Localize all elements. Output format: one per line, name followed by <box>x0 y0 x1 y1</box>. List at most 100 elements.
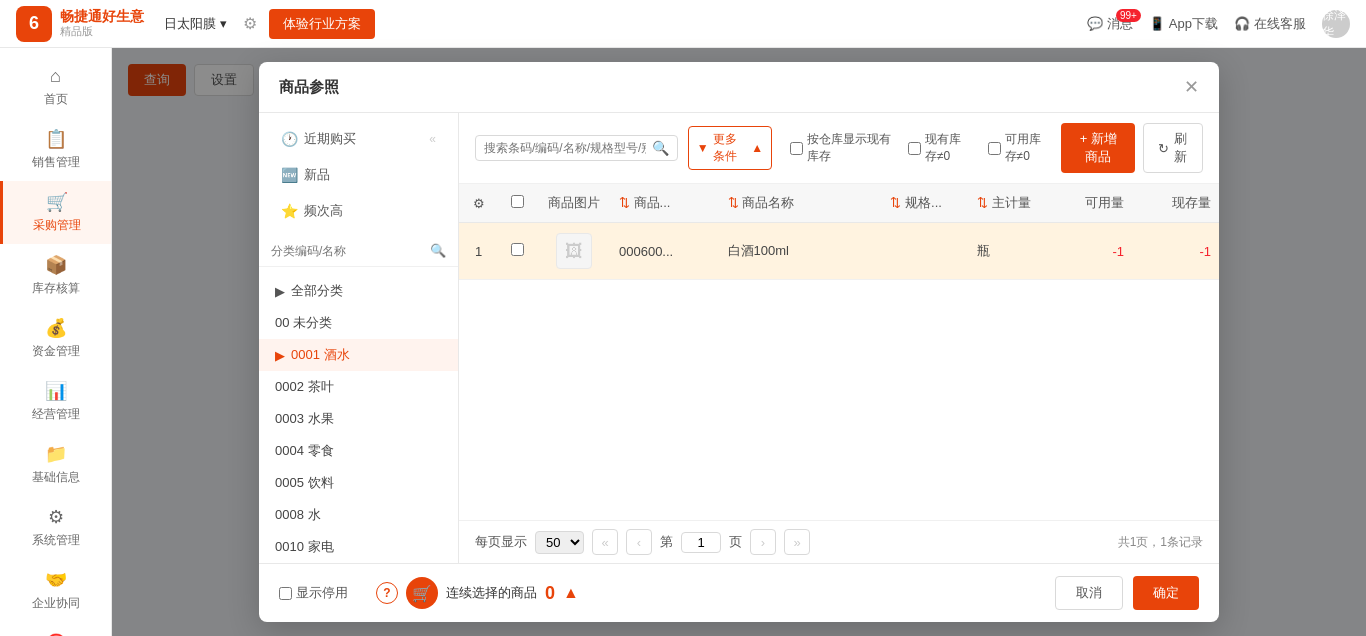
sidebar-item-basic[interactable]: 📁 基础信息 <box>0 433 111 496</box>
select-all-checkbox[interactable] <box>511 195 524 208</box>
last-page-button[interactable]: » <box>784 529 810 555</box>
message-icon: 💬 <box>1087 16 1103 31</box>
brand-sub: 精品版 <box>60 24 144 39</box>
col-spec-header[interactable]: ⇅ 规格... <box>882 184 969 223</box>
show-disabled-checkbox[interactable]: 显示停用 <box>279 584 348 602</box>
col-code-header[interactable]: ⇅ 商品... <box>611 184 720 223</box>
checkbox-warehouse[interactable]: 按仓库显示现有库存 <box>790 131 892 165</box>
category-item-0004[interactable]: 0004 零食 <box>259 435 458 467</box>
table-area: ⚙ 商品图片 ⇅ 商品... <box>459 184 1219 520</box>
sidebar-item-inventory[interactable]: 📦 库存核算 <box>0 244 111 307</box>
category-item-0002[interactable]: 0002 茶叶 <box>259 371 458 403</box>
disabled-checkbox[interactable] <box>279 587 292 600</box>
sidebar-item-system[interactable]: ⚙ 系统管理 <box>0 496 111 559</box>
nav-item-label: 近期购买 <box>304 130 356 148</box>
settings-icon[interactable]: ⚙ <box>243 14 257 33</box>
page-input[interactable]: 1 <box>681 532 721 553</box>
collapse-icon: « <box>429 132 436 146</box>
nav-item-recent[interactable]: 🕐 近期购买 « <box>271 123 446 155</box>
app-download-button[interactable]: 📱 App下载 <box>1149 15 1218 33</box>
user-button[interactable]: 徐泽华 <box>1322 10 1350 38</box>
sidebar-item-sales[interactable]: 📋 销售管理 <box>0 118 111 181</box>
modal-close-button[interactable]: ✕ <box>1184 76 1199 98</box>
service-label: 在线客服 <box>1254 15 1306 33</box>
category-label: 0002 茶叶 <box>275 378 334 396</box>
nav-item-new[interactable]: 🆕 新品 <box>271 159 446 191</box>
sidebar-item-label: 首页 <box>44 91 68 108</box>
service-button[interactable]: 🎧 在线客服 <box>1234 15 1306 33</box>
help-button[interactable]: ? <box>376 582 398 604</box>
avail-checkbox[interactable] <box>988 142 1001 155</box>
stock-checkbox[interactable] <box>908 142 921 155</box>
sidebar-item-enterprise[interactable]: 🤝 企业协同 <box>0 559 111 622</box>
warehouse-checkbox[interactable] <box>790 142 803 155</box>
product-table: ⚙ 商品图片 ⇅ 商品... <box>459 184 1219 280</box>
footer-right: 取消 确定 <box>1055 576 1199 610</box>
col-unit-header[interactable]: ⇅ 主计量 <box>969 184 1045 223</box>
trial-button[interactable]: 体验行业方案 <box>269 9 375 39</box>
home-icon: ⌂ <box>50 66 61 87</box>
per-page-label: 每页显示 <box>475 533 527 551</box>
main-layout: ⌂ 首页 📋 销售管理 🛒 采购管理 📦 库存核算 💰 资金管理 📊 经营管理 … <box>0 48 1366 636</box>
sidebar-item-label: 企业协同 <box>32 595 80 612</box>
row-checkbox[interactable] <box>498 223 537 280</box>
product-image: 🖼 <box>556 233 592 269</box>
inventory-icon: 📦 <box>45 254 67 276</box>
page-label-2: 页 <box>729 533 742 551</box>
per-page-select[interactable]: 50 <box>535 531 584 554</box>
first-page-button[interactable]: « <box>592 529 618 555</box>
category-item-all[interactable]: ▶ 全部分类 <box>259 275 458 307</box>
category-item-0003[interactable]: 0003 水果 <box>259 403 458 435</box>
nav-items: 🕐 近期购买 « 🆕 新品 ⭐ 频次高 <box>259 123 458 235</box>
row-img: 🖼 <box>537 223 611 280</box>
phone-icon: 📱 <box>1149 16 1165 31</box>
toolbar: 🔍 ▼ 更多条件 ▲ 按仓库显示现有库存 <box>459 113 1219 184</box>
next-page-button[interactable]: › <box>750 529 776 555</box>
table-row[interactable]: 1 🖼 000600... 白酒100ml 瓶 <box>459 223 1219 280</box>
message-button[interactable]: 💬 消息 99+ <box>1087 15 1133 33</box>
search-icon-button[interactable]: 🔍 <box>652 140 669 156</box>
sidebar-item-operation[interactable]: 📊 经营管理 <box>0 370 111 433</box>
add-product-button[interactable]: + 新增商品 <box>1061 123 1135 173</box>
message-badge: 99+ <box>1116 9 1141 22</box>
category-item-0010[interactable]: 0010 家电 <box>259 531 458 553</box>
cart-button[interactable]: 🛒 <box>406 577 438 609</box>
cart-count: 0 <box>545 583 555 604</box>
modal-overlay: 商品参照 ✕ 🕐 近期购买 « � <box>112 48 1366 636</box>
nav-item-frequent[interactable]: ⭐ 频次高 <box>271 195 446 227</box>
store-selector[interactable]: 日太阳膜 ▾ <box>164 15 231 33</box>
sort-icon: ⇅ <box>728 195 739 210</box>
category-search: 🔍 <box>259 235 458 267</box>
category-item-0005[interactable]: 0005 饮料 <box>259 467 458 499</box>
guide-icon: 🎯 <box>45 632 67 636</box>
sidebar-item-guide[interactable]: 🎯 新手引导 <box>0 622 111 636</box>
refresh-button[interactable]: ↻ 刷新 <box>1143 123 1203 173</box>
arrow-icon: ▶ <box>275 284 285 299</box>
sidebar-item-finance[interactable]: 💰 资金管理 <box>0 307 111 370</box>
checkbox-avail-not-zero[interactable]: 可用库存≠0 <box>988 131 1052 165</box>
refresh-label: 刷新 <box>1173 130 1188 166</box>
category-search-input[interactable] <box>271 244 424 258</box>
checkbox-group: 按仓库显示现有库存 现有库存≠0 可用库存≠0 <box>790 131 1051 165</box>
collapse-footer-icon[interactable]: ▲ <box>563 584 579 602</box>
category-item-00[interactable]: 00 未分类 <box>259 307 458 339</box>
category-item-0001[interactable]: ▶ 0001 酒水 <box>259 339 458 371</box>
filter-label: 更多条件 <box>713 131 748 165</box>
search-icon[interactable]: 🔍 <box>430 243 446 258</box>
search-input[interactable] <box>484 141 646 155</box>
col-name-header[interactable]: ⇅ 商品名称 <box>720 184 883 223</box>
confirm-button[interactable]: 确定 <box>1133 576 1199 610</box>
filter-icon: ▼ <box>697 141 709 155</box>
category-item-0008[interactable]: 0008 水 <box>259 499 458 531</box>
cancel-button[interactable]: 取消 <box>1055 576 1123 610</box>
footer-center: ? 🛒 连续选择的商品 0 ▲ <box>376 577 579 609</box>
filter-button[interactable]: ▼ 更多条件 ▲ <box>688 126 772 170</box>
search-box: 🔍 <box>475 135 678 161</box>
modal-footer: 显示停用 ? 🛒 连续选择的商品 0 ▲ 取消 确定 <box>259 563 1219 622</box>
sidebar-item-label: 经营管理 <box>32 406 80 423</box>
checkbox-stock-not-zero[interactable]: 现有库存≠0 <box>908 131 972 165</box>
prev-page-button[interactable]: ‹ <box>626 529 652 555</box>
sidebar-item-purchase[interactable]: 🛒 采购管理 <box>0 181 111 244</box>
sidebar-item-home[interactable]: ⌂ 首页 <box>0 56 111 118</box>
sidebar-item-label: 销售管理 <box>32 154 80 171</box>
